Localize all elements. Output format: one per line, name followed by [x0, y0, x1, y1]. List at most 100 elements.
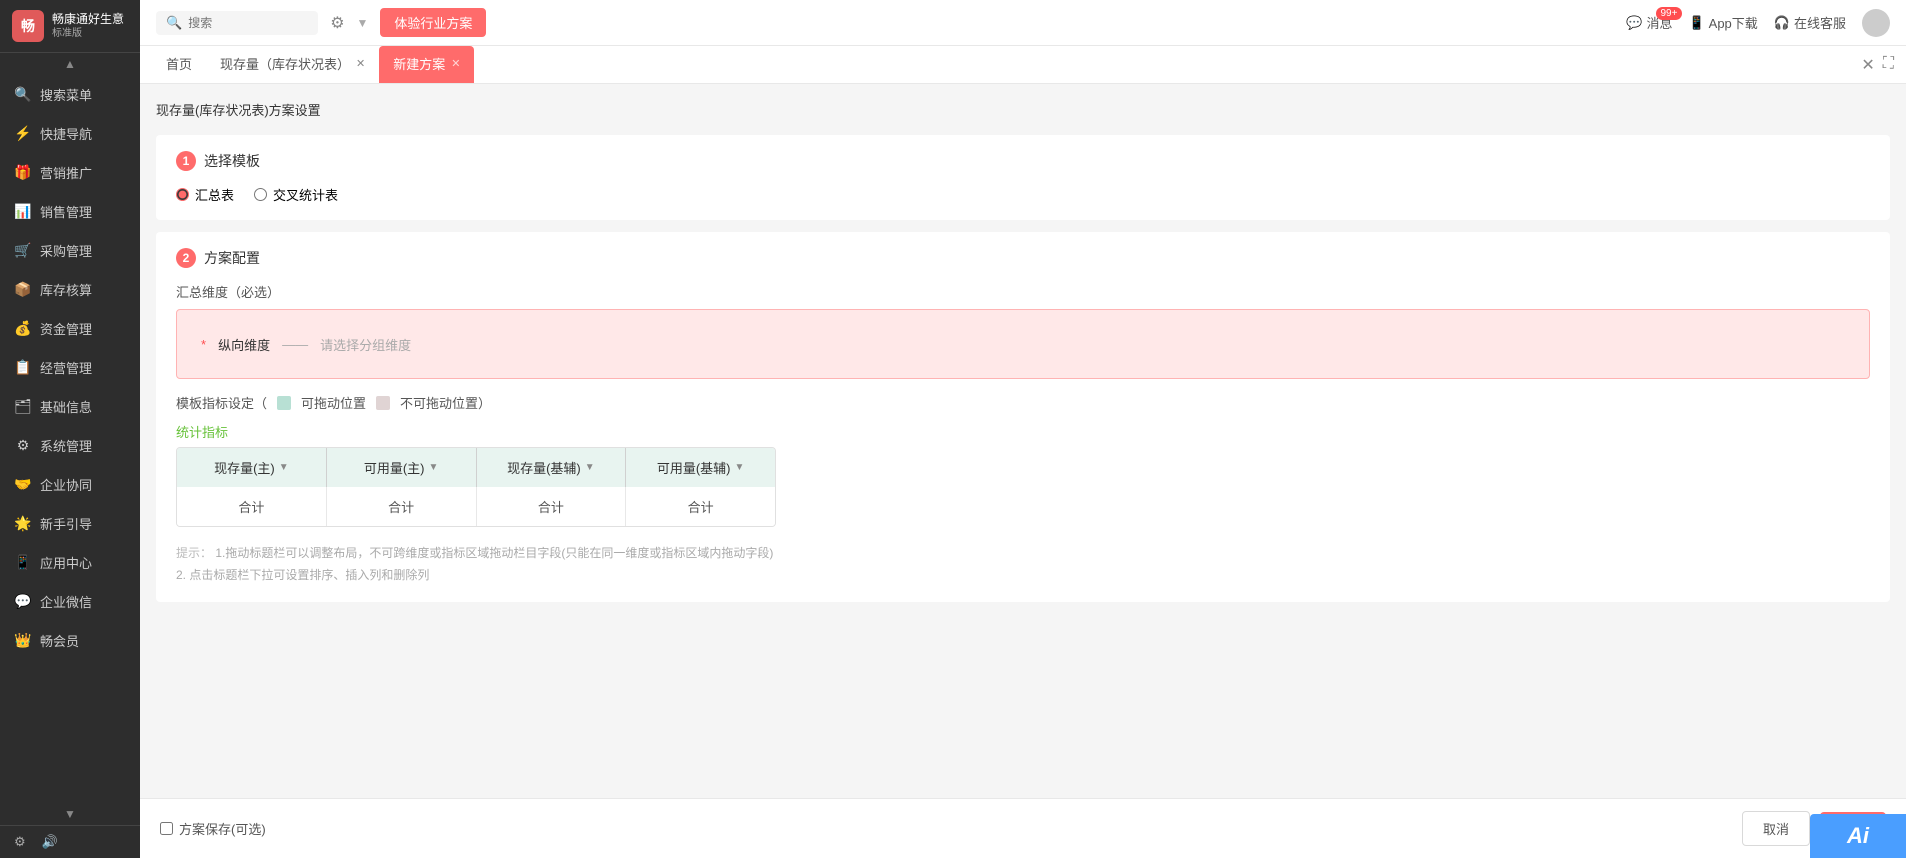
col-chevron-3[interactable]: ▼ — [735, 462, 745, 473]
dim-required-mark: * — [201, 337, 206, 352]
phone-icon: 📱 — [14, 554, 32, 572]
sidebar-item-basic-info[interactable]: 🗂 基础信息 — [0, 387, 140, 426]
cancel-button[interactable]: 取消 — [1742, 811, 1810, 846]
sidebar-item-search-menu[interactable]: 🔍 搜索菜单 — [0, 75, 140, 114]
money-icon: 💰 — [14, 320, 32, 338]
sidebar-item-quick-nav[interactable]: ⚡ 快捷导航 — [0, 114, 140, 153]
sidebar-nav: 🔍 搜索菜单 ⚡ 快捷导航 🎁 营销推广 📊 销售管理 🛒 采购管理 📦 库存核… — [0, 75, 140, 803]
save-checkbox[interactable] — [160, 822, 173, 835]
sidebar-item-label: 新手引导 — [40, 514, 92, 533]
col-agg-3: 合计 — [688, 497, 714, 516]
sidebar-item-new-guide[interactable]: 🌟 新手引导 — [0, 504, 140, 543]
tab-new-scheme-label: 新建方案 — [393, 54, 445, 73]
gear-icon: ⚙ — [14, 437, 32, 455]
save-option[interactable]: 方案保存(可选) — [160, 819, 266, 838]
dimension-area[interactable]: * 纵向维度 —— 请选择分组维度 — [176, 309, 1870, 379]
audio-footer-icon[interactable]: 🔊 — [42, 834, 58, 850]
sidebar-item-finance[interactable]: 💰 资金管理 — [0, 309, 140, 348]
topbar-chevron-icon[interactable]: ▼ — [357, 16, 369, 30]
tab-home[interactable]: 首页 — [152, 46, 206, 83]
user-avatar[interactable] — [1862, 9, 1890, 37]
tip-title: 提示： — [176, 546, 212, 560]
sidebar-item-inventory[interactable]: 📦 库存核算 — [0, 270, 140, 309]
sidebar-item-member[interactable]: 👑 畅会员 — [0, 621, 140, 660]
col-header-3[interactable]: 可用量(基辅) ▼ — [626, 448, 775, 487]
topbar-gear-icon[interactable]: ⚙ — [330, 13, 344, 33]
sidebar-item-label: 畅会员 — [40, 631, 79, 650]
sidebar-item-app-center[interactable]: 📱 应用中心 — [0, 543, 140, 582]
sidebar-item-corp-coord[interactable]: 🤝 企业协同 — [0, 465, 140, 504]
col-chevron-1[interactable]: ▼ — [429, 462, 439, 473]
dim-placeholder: 请选择分组维度 — [320, 335, 411, 354]
section2-num: 2 — [176, 248, 196, 268]
radio-summary[interactable]: 汇总表 — [176, 185, 234, 204]
topbar-left: 🔍 ⚙ ▼ 体验行业方案 — [156, 8, 486, 37]
radio-summary-input[interactable] — [176, 188, 189, 201]
app-logo: 畅 — [12, 10, 44, 42]
tab-expand-action-icon[interactable]: ⛶ — [1883, 55, 1894, 75]
sidebar-item-label: 销售管理 — [40, 202, 92, 221]
section1-title: 选择模板 — [204, 151, 260, 171]
section1-card: 1 选择模板 汇总表 交叉统计表 — [156, 135, 1890, 220]
tab-inventory-close-icon[interactable]: ✕ — [356, 57, 365, 70]
fixed-label: 不可拖动位置） — [400, 393, 491, 412]
col-chevron-2[interactable]: ▼ — [585, 462, 595, 473]
sidebar-scroll-down[interactable]: ▼ — [0, 803, 140, 825]
message-icon: 💬 — [1626, 15, 1642, 31]
sidebar: 畅 畅康通好生意 标准版 ▲ 🔍 搜索菜单 ⚡ 快捷导航 🎁 营销推广 📊 销售… — [0, 0, 140, 858]
sidebar-scroll-up[interactable]: ▲ — [0, 53, 140, 75]
sidebar-item-label: 库存核算 — [40, 280, 92, 299]
col-chevron-0[interactable]: ▼ — [279, 462, 289, 473]
message-link[interactable]: 💬 消息 99+ — [1626, 13, 1672, 32]
sidebar-item-corp-wechat[interactable]: 💬 企业微信 — [0, 582, 140, 621]
tab-inventory-status[interactable]: 现存量（库存状况表） ✕ — [206, 46, 379, 83]
radio-crosstab-input[interactable] — [254, 188, 267, 201]
app-brand: 畅康通好生意 标准版 — [52, 12, 124, 41]
sidebar-item-label: 搜索菜单 — [40, 85, 92, 104]
online-service-link[interactable]: 🎧 在线客服 — [1774, 13, 1846, 32]
sidebar-item-label: 快捷导航 — [40, 124, 92, 143]
app-download-link[interactable]: 📱 App下载 — [1688, 13, 1757, 32]
col-header-label-1: 可用量(主) — [364, 458, 425, 477]
phone-icon: 📱 — [1688, 15, 1704, 31]
cart-icon: 🛒 — [14, 242, 32, 260]
col-header-label-3: 可用量(基辅) — [657, 458, 731, 477]
tab-bar: 首页 现存量（库存状况表） ✕ 新建方案 ✕ ✕ ⛶ — [140, 46, 1906, 84]
settings-footer-icon[interactable]: ⚙ — [14, 834, 26, 850]
sidebar-item-operations[interactable]: 📋 经营管理 — [0, 348, 140, 387]
col-header-0[interactable]: 现存量(主) ▼ — [177, 448, 327, 487]
search-input[interactable] — [188, 16, 308, 30]
tab-home-label: 首页 — [166, 54, 192, 73]
sidebar-item-label: 企业微信 — [40, 592, 92, 611]
tab-new-scheme[interactable]: 新建方案 ✕ — [379, 46, 474, 83]
stats-table-body: 合计 合计 合计 合计 — [177, 487, 775, 526]
section2-title: 方案配置 — [204, 248, 260, 268]
sidebar-item-marketing[interactable]: 🎁 营销推广 — [0, 153, 140, 192]
content-area: 现存量(库存状况表)方案设置 1 选择模板 汇总表 交叉统计表 2 — [140, 84, 1906, 798]
sidebar-item-sales[interactable]: 📊 销售管理 — [0, 192, 140, 231]
tips-area: 提示： 1.拖动标题栏可以调整布局，不可跨维度或指标区域拖动栏目字段(只能在同一… — [176, 543, 1870, 586]
trial-button[interactable]: 体验行业方案 — [380, 8, 486, 37]
main-area: 🔍 ⚙ ▼ 体验行业方案 💬 消息 99+ 📱 App下载 🎧 在线客服 — [140, 0, 1906, 858]
tip1: 1.拖动标题栏可以调整布局，不可跨维度或指标区域拖动栏目字段(只能在同一维度或指… — [215, 546, 773, 560]
col-header-2[interactable]: 现存量(基辅) ▼ — [477, 448, 627, 487]
stats-table: 现存量(主) ▼ 可用量(主) ▼ 现存量(基辅) ▼ 可用量(基辅) ▼ — [176, 447, 776, 527]
search-box[interactable]: 🔍 — [156, 11, 318, 35]
dim-label: 汇总维度（必选） — [176, 282, 1870, 301]
sidebar-item-label: 基础信息 — [40, 397, 92, 416]
topbar: 🔍 ⚙ ▼ 体验行业方案 💬 消息 99+ 📱 App下载 🎧 在线客服 — [140, 0, 1906, 46]
col-header-1[interactable]: 可用量(主) ▼ — [327, 448, 477, 487]
star-icon: 🌟 — [14, 515, 32, 533]
ai-badge[interactable]: Ai — [1810, 814, 1906, 858]
box-icon: 📦 — [14, 281, 32, 299]
sidebar-item-label: 采购管理 — [40, 241, 92, 260]
folder-icon: 🗂 — [14, 398, 32, 416]
sidebar-item-sys-mgmt[interactable]: ⚙ 系统管理 — [0, 426, 140, 465]
sidebar-item-purchase[interactable]: 🛒 采购管理 — [0, 231, 140, 270]
search-icon: 🔍 — [166, 15, 182, 31]
tab-close-action-icon[interactable]: ✕ — [1861, 55, 1874, 75]
section1-num: 1 — [176, 151, 196, 171]
chat-icon: 💬 — [14, 593, 32, 611]
tab-new-scheme-close-icon[interactable]: ✕ — [451, 57, 460, 70]
radio-crosstab[interactable]: 交叉统计表 — [254, 185, 338, 204]
